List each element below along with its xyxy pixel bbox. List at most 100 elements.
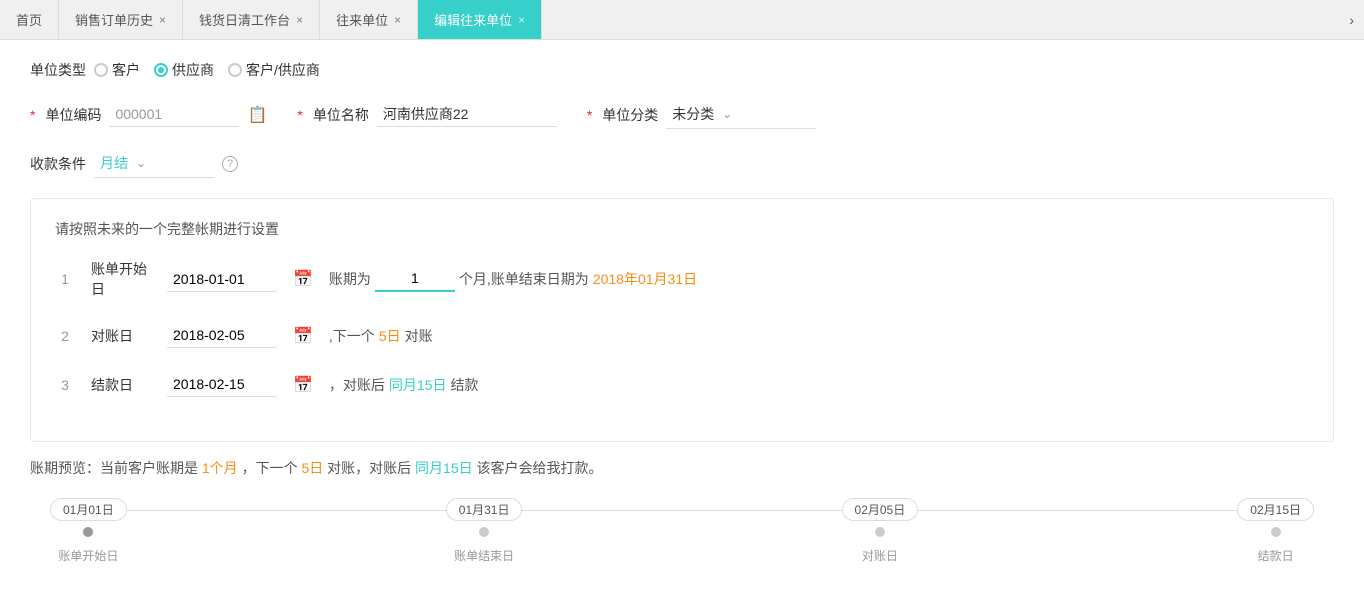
- period-settle-date-input[interactable]: [167, 372, 277, 397]
- period-row-2-suffix: 对账: [405, 326, 433, 346]
- unit-code-input[interactable]: [109, 102, 239, 127]
- unit-name-label: 单位名称: [313, 105, 369, 125]
- payment-terms-help[interactable]: ?: [222, 156, 238, 172]
- unit-category-chevron: ⌄: [722, 107, 732, 121]
- radio-supplier-circle: [154, 63, 168, 77]
- period-row-1-extra-prefix: 账期为: [329, 269, 371, 289]
- timeline-dot-0: [83, 527, 93, 537]
- period-title: 请按照未来的一个完整帐期进行设置: [55, 219, 1309, 239]
- period-row-2-num: 2: [55, 328, 75, 344]
- radio-both-circle: [228, 63, 242, 77]
- timeline-bubble-1: 01月31日: [446, 498, 523, 521]
- preview-orange2: 5日: [301, 460, 323, 476]
- radio-supplier[interactable]: 供应商: [154, 60, 214, 80]
- payment-terms-select[interactable]: 月结 ⌄: [94, 149, 214, 178]
- timeline-bubble-2: 02月05日: [842, 498, 919, 521]
- tabs-bar: 首页 销售订单历史 × 钱货日清工作台 × 往来单位 × 编辑往来单位 × ›: [0, 0, 1364, 40]
- period-row-1-label: 账单开始日: [91, 259, 151, 299]
- tab-more-button[interactable]: ›: [1339, 0, 1364, 39]
- period-settle-date-icon[interactable]: 📅: [293, 375, 313, 395]
- timeline-points: 01月01日 账单开始日 01月31日 账单结束日 02月05日 对账日: [50, 498, 1314, 564]
- unit-name-star: *: [297, 107, 302, 123]
- period-row-3-extra: ，对账后 同月15日 结款: [329, 375, 479, 395]
- preview-prefix: 账期预览：当前客户账期是: [30, 460, 198, 476]
- payment-terms-row: 收款条件 月结 ⌄ ?: [30, 149, 1334, 178]
- preview-middle1: ，下一个: [242, 460, 298, 476]
- unit-type-label: 单位类型: [30, 60, 86, 80]
- period-settings-box: 请按照未来的一个完整帐期进行设置 1 账单开始日 📅 账期为 个月,账单结束日期…: [30, 198, 1334, 442]
- tab-edit-partner-close[interactable]: ×: [518, 13, 525, 27]
- period-row-2-highlight: 5日: [379, 326, 401, 346]
- tab-edit-partner-label: 编辑往来单位: [434, 10, 512, 29]
- unit-category-value: 未分类: [672, 104, 714, 124]
- radio-both[interactable]: 客户/供应商: [228, 60, 320, 80]
- timeline-point-2: 02月05日 对账日: [842, 498, 919, 564]
- payment-terms-value: 月结: [100, 153, 128, 173]
- timeline-label-0: 账单开始日: [58, 547, 118, 564]
- radio-customer-label: 客户: [112, 60, 140, 80]
- timeline-point-0: 01月01日 账单开始日: [50, 498, 127, 564]
- tab-sales-order[interactable]: 销售订单历史 ×: [59, 0, 183, 39]
- payment-terms-label: 收款条件: [30, 154, 86, 174]
- payment-terms-group: 收款条件 月结 ⌄ ?: [30, 149, 238, 178]
- period-reconcile-date-icon[interactable]: 📅: [293, 326, 313, 346]
- period-row-2: 2 对账日 📅 ,下一个 5日 对账: [55, 323, 1309, 348]
- period-month-input[interactable]: [375, 266, 455, 292]
- preview-suffix: 该客户会给我打款。: [477, 460, 603, 476]
- unit-category-group: * 单位分类 未分类 ⌄: [587, 100, 816, 129]
- tab-home[interactable]: 首页: [0, 0, 59, 39]
- unit-code-group: * 单位编码 📋: [30, 102, 267, 127]
- unit-code-label: 单位编码: [45, 105, 101, 125]
- timeline-date-2: 02月05日: [855, 503, 906, 517]
- tab-home-label: 首页: [16, 10, 42, 29]
- tab-partner[interactable]: 往来单位 ×: [320, 0, 418, 39]
- unit-type-radios: 客户 供应商 客户/供应商: [94, 60, 320, 80]
- tab-edit-partner[interactable]: 编辑往来单位 ×: [418, 0, 542, 39]
- preview-orange1: 1个月: [202, 460, 238, 476]
- tab-cash-work[interactable]: 钱货日清工作台 ×: [183, 0, 320, 39]
- tab-sales-order-label: 销售订单历史: [75, 10, 153, 29]
- period-reconcile-date-input[interactable]: [167, 323, 277, 348]
- radio-both-label: 客户/供应商: [246, 60, 320, 80]
- radio-customer-circle: [94, 63, 108, 77]
- timeline-label-1: 账单结束日: [454, 547, 514, 564]
- period-row-2-prefix: ,下一个: [329, 326, 375, 346]
- period-start-date-icon[interactable]: 📅: [293, 269, 313, 289]
- timeline-dot-3: [1271, 527, 1281, 537]
- unit-type-group: 单位类型 客户 供应商 客户/供应商: [30, 60, 320, 80]
- timeline-point-3: 02月15日 结款日: [1237, 498, 1314, 564]
- tab-sales-order-close[interactable]: ×: [159, 13, 166, 27]
- period-row-3-prefix: ，对账后: [329, 375, 385, 395]
- main-content: 单位类型 客户 供应商 客户/供应商 * 单位编码: [0, 40, 1364, 608]
- period-row-3-suffix: 结款: [451, 375, 479, 395]
- timeline-date-1: 01月31日: [459, 503, 510, 517]
- period-start-date-input[interactable]: [167, 267, 277, 292]
- period-row-3-num: 3: [55, 377, 75, 393]
- unit-category-star: *: [587, 107, 592, 123]
- tab-cash-work-close[interactable]: ×: [296, 13, 303, 27]
- payment-terms-chevron: ⌄: [136, 156, 146, 170]
- period-row-3-highlight: 同月15日: [389, 375, 447, 395]
- period-row-2-extra: ,下一个 5日 对账: [329, 326, 433, 346]
- period-row-1-extra-middle: 个月,账单结束日期为: [459, 269, 589, 289]
- unit-category-label: 单位分类: [602, 105, 658, 125]
- period-row-2-label: 对账日: [91, 326, 151, 346]
- unit-code-star: *: [30, 107, 35, 123]
- tab-partner-close[interactable]: ×: [394, 13, 401, 27]
- timeline-dot-2: [875, 527, 885, 537]
- timeline-bubble-3: 02月15日: [1237, 498, 1314, 521]
- preview-teal1: 同月15日: [415, 460, 473, 476]
- unit-name-input[interactable]: [377, 102, 557, 127]
- timeline-point-1: 01月31日 账单结束日: [446, 498, 523, 564]
- tab-cash-work-label: 钱货日清工作台: [199, 10, 290, 29]
- radio-customer[interactable]: 客户: [94, 60, 140, 80]
- unit-type-row: 单位类型 客户 供应商 客户/供应商: [30, 60, 1334, 80]
- timeline-date-0: 01月01日: [63, 503, 114, 517]
- timeline-label-2: 对账日: [862, 547, 898, 564]
- preview-middle2: 对账，对账后: [327, 460, 411, 476]
- unit-category-select[interactable]: 未分类 ⌄: [666, 100, 816, 129]
- unit-code-copy-icon[interactable]: 📋: [247, 105, 267, 125]
- timeline-date-3: 02月15日: [1250, 503, 1301, 517]
- timeline-bubble-0: 01月01日: [50, 498, 127, 521]
- period-row-1-num: 1: [55, 271, 75, 287]
